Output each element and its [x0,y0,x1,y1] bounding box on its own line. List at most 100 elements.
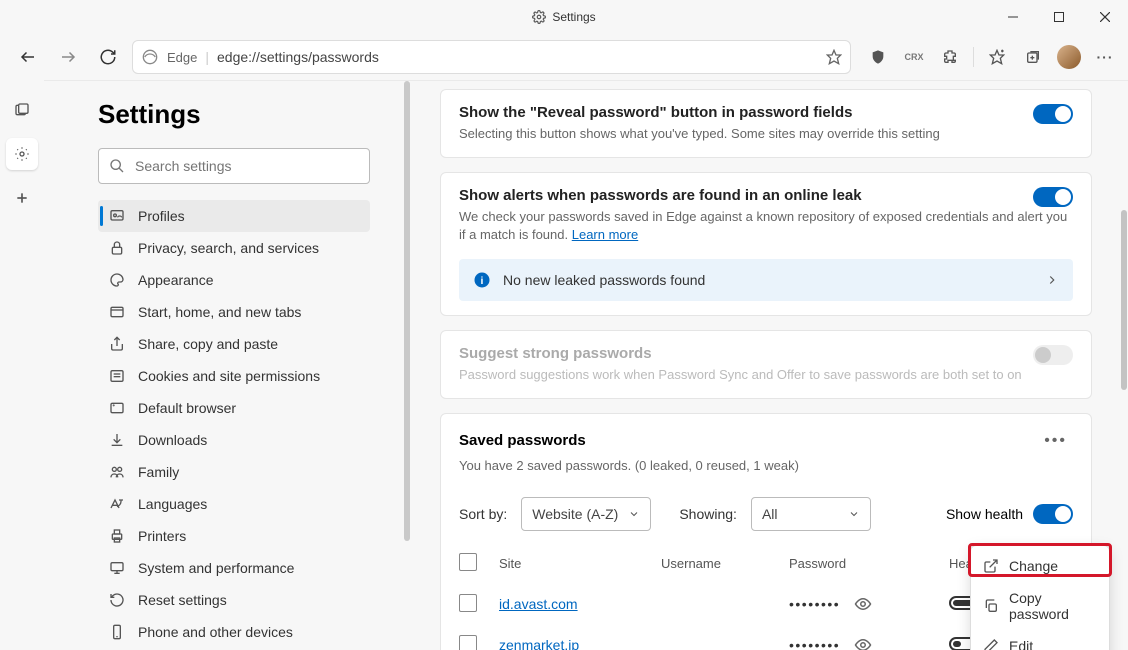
tab-actions-icon[interactable] [6,94,38,126]
col-pass: Password [789,556,945,571]
toggle-leak[interactable] [1033,187,1073,207]
edge-logo-icon [141,48,159,66]
sort-select[interactable]: Website (A-Z) [521,497,651,531]
extension-shield-icon[interactable] [861,41,895,73]
profile-avatar[interactable] [1052,41,1086,73]
sidebar-item-cookies[interactable]: Cookies and site permissions [98,360,370,392]
sidebar-item-appearance[interactable]: Appearance [98,264,370,296]
show-health-label: Show health [946,506,1023,522]
col-site: Site [499,556,657,571]
password-mask: •••••••• [789,596,840,612]
cookie-icon [108,367,126,385]
reveal-icon[interactable] [854,636,872,650]
refresh-button[interactable] [92,41,124,73]
address-bar[interactable]: Edge | edge://settings/passwords [132,40,851,74]
toggle-show-health[interactable] [1033,504,1073,524]
paint-icon [108,271,126,289]
vertical-tab-strip [0,80,44,214]
setting-title: Suggest strong passwords [459,345,1073,362]
favorite-star-icon[interactable] [826,49,842,65]
minimize-button[interactable] [990,0,1036,34]
current-tab-icon[interactable] [6,138,38,170]
copy-icon [983,598,999,614]
chevron-down-icon [848,508,860,520]
more-menu-icon[interactable]: ··· [1088,41,1122,73]
sidebar-item-languages[interactable]: Languages [98,488,370,520]
extension-crx-icon[interactable]: CRX [897,41,931,73]
open-icon [983,558,999,574]
close-button[interactable] [1082,0,1128,34]
browser-icon [108,399,126,417]
col-user: Username [661,556,785,571]
showing-select[interactable]: All [751,497,871,531]
leak-info-bar[interactable]: i No new leaked passwords found [459,259,1073,301]
chevron-down-icon [628,508,640,520]
main-area: Settings Profiles Privacy, search, and s… [44,80,1128,650]
sidebar-item-default[interactable]: Default browser [98,392,370,424]
sidebar-item-label: Printers [138,528,186,544]
toggle-suggest [1033,345,1073,365]
setting-suggest-strong: Suggest strong passwords Password sugges… [440,330,1092,399]
sidebar-item-share[interactable]: Share, copy and paste [98,328,370,360]
row-checkbox[interactable] [459,635,477,650]
sidebar-item-downloads[interactable]: Downloads [98,424,370,456]
showing-label: Showing: [679,506,737,522]
learn-more-link[interactable]: Learn more [572,227,638,242]
sort-label: Sort by: [459,506,507,522]
address-url: edge://settings/passwords [217,49,379,65]
sidebar-item-label: Phone and other devices [138,624,293,640]
sidebar-item-label: Privacy, search, and services [138,240,319,256]
site-link[interactable]: id.avast.com [499,596,578,612]
toolbar: Edge | edge://settings/passwords CRX ··· [0,34,1128,80]
setting-desc: Selecting this button shows what you've … [459,125,1073,143]
maximize-button[interactable] [1036,0,1082,34]
profile-icon [108,207,126,225]
sidebar-item-system[interactable]: System and performance [98,552,370,584]
sidebar-item-profiles[interactable]: Profiles [98,200,370,232]
search-input[interactable] [135,158,359,174]
reveal-icon[interactable] [854,595,872,613]
info-text: No new leaked passwords found [503,272,705,288]
extensions-icon[interactable] [933,41,967,73]
forward-button[interactable] [52,41,84,73]
share-icon [108,335,126,353]
favorites-icon[interactable] [980,41,1014,73]
menu-change[interactable]: Change [971,550,1109,582]
search-icon [109,158,125,174]
select-all-checkbox[interactable] [459,553,477,571]
sidebar-item-start[interactable]: Start, home, and new tabs [98,296,370,328]
settings-content: Show the "Reveal password" button in pas… [398,81,1128,650]
settings-icon [532,10,546,24]
download-icon [108,431,126,449]
sidebar-item-label: System and performance [138,560,294,576]
sidebar-item-reset[interactable]: Reset settings [98,584,370,616]
saved-more-menu[interactable]: ••• [1038,430,1073,452]
site-link[interactable]: zenmarket.jp [499,637,579,650]
search-settings[interactable] [98,148,370,184]
sidebar-item-family[interactable]: Family [98,456,370,488]
new-tab-icon[interactable] [6,182,38,214]
back-button[interactable] [12,41,44,73]
address-separator: | [205,49,209,65]
sidebar-item-phone[interactable]: Phone and other devices [98,616,370,648]
menu-edit[interactable]: Edit [971,630,1109,650]
collections-icon[interactable] [1016,41,1050,73]
edit-icon [983,638,999,650]
menu-copy-password[interactable]: Copy password [971,582,1109,630]
sidebar-item-printers[interactable]: Printers [98,520,370,552]
page-scrollbar[interactable] [1120,210,1128,590]
sidebar-item-label: Appearance [138,272,214,288]
sidebar-item-label: Family [138,464,179,480]
sidebar-item-label: Languages [138,496,207,512]
row-checkbox[interactable] [459,594,477,612]
settings-heading: Settings [98,99,370,130]
setting-desc: Password suggestions work when Password … [459,366,1073,384]
address-brand: Edge [167,50,197,65]
setting-title: Show the "Reveal password" button in pas… [459,104,1073,121]
toggle-reveal[interactable] [1033,104,1073,124]
setting-leak-alerts: Show alerts when passwords are found in … [440,172,1092,315]
sidebar-item-privacy[interactable]: Privacy, search, and services [98,232,370,264]
setting-desc: We check your passwords saved in Edge ag… [459,208,1073,244]
toolbar-divider [973,47,974,67]
password-context-menu: Change Copy password Edit [970,545,1110,650]
